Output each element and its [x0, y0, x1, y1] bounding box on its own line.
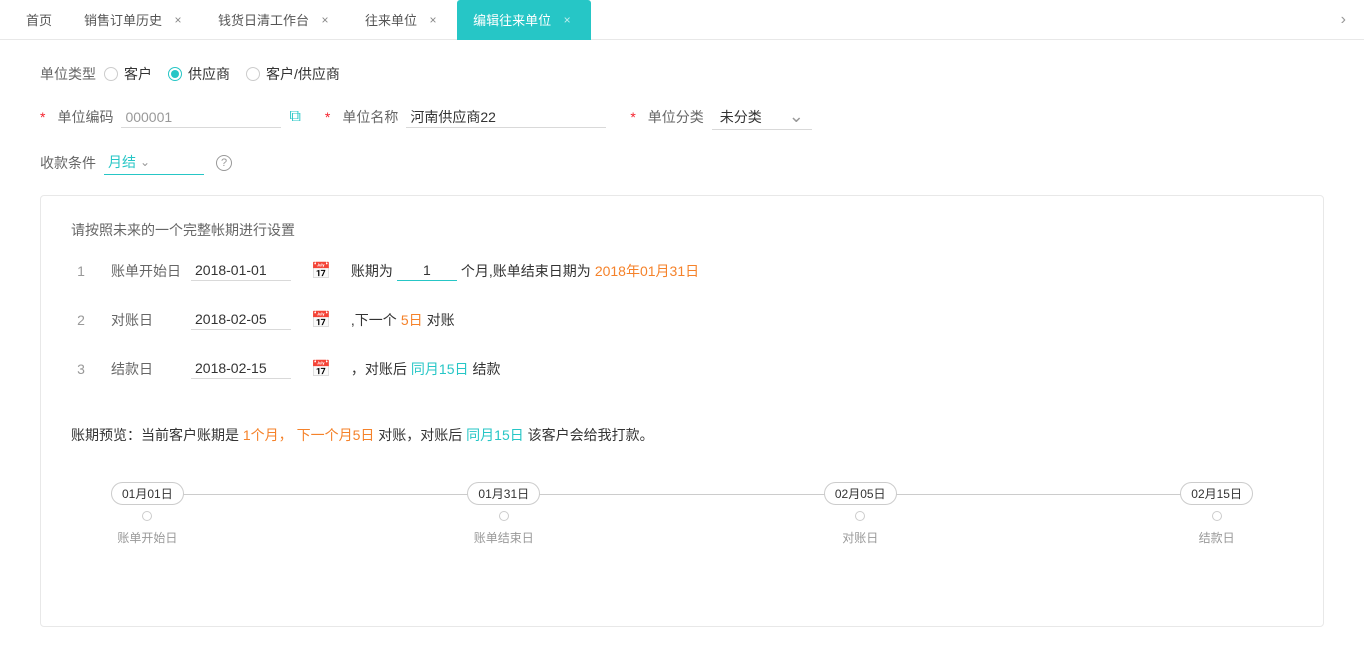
unit-type-radio-group: 客户 供应商 客户/供应商 — [104, 64, 340, 84]
timeline-dot-2 — [855, 511, 865, 521]
row-3-desc: ，对账后 同月15日 结款 — [351, 359, 501, 379]
timeline-points: 01月01日 账单开始日 01月31日 账单结束日 02月05日 对账日 — [111, 482, 1253, 546]
payment-date-input[interactable] — [191, 358, 291, 379]
timeline-badge-0: 01月01日 — [111, 482, 184, 505]
preview-period2: 下一个月5日 — [297, 427, 375, 443]
field-label-3: 结款日 — [111, 359, 171, 379]
close-tab-edit-partner[interactable]: × — [559, 12, 575, 28]
end-date-highlight: 2018年01月31日 — [595, 261, 699, 281]
timeline-point-0: 01月01日 账单开始日 — [111, 482, 184, 546]
payment-day-highlight: 同月15日 — [411, 359, 469, 379]
timeline-badge-2: 02月05日 — [824, 482, 897, 505]
settings-card: 请按照未来的一个完整帐期进行设置 1 账单开始日 📅 账期为 个月,账单结束日期… — [40, 195, 1324, 627]
payment-term-value: 月结 — [108, 152, 136, 172]
payment-term-group: 收款条件 月结 ⌄ ? — [40, 150, 232, 175]
timeline-dot-0 — [142, 511, 152, 521]
required-mark-name: * — [325, 109, 330, 125]
close-tab-cash-work[interactable]: × — [317, 12, 333, 28]
radio-customer-circle — [104, 67, 118, 81]
reconcile-date-calendar-icon[interactable]: 📅 — [311, 310, 331, 330]
unit-name-group: * 单位名称 — [325, 107, 606, 128]
payment-term-row: 收款条件 月结 ⌄ ? — [40, 150, 1324, 175]
tab-bar: 首页 销售订单历史 × 钱货日清工作台 × 往来单位 × 编辑往来单位 × › — [0, 0, 1364, 40]
close-tab-partner[interactable]: × — [425, 12, 441, 28]
payment-term-help-icon[interactable]: ? — [216, 155, 232, 171]
unit-code-label: 单位编码 — [57, 107, 113, 127]
setting-row-2: 2 对账日 📅 ,下一个 5日 对账 — [71, 309, 1293, 330]
tab-home[interactable]: 首页 — [10, 0, 68, 40]
radio-supplier-circle — [168, 67, 182, 81]
timeline-label-3: 结款日 — [1199, 529, 1235, 546]
timeline-dot-3 — [1212, 511, 1222, 521]
unit-name-input[interactable] — [406, 107, 606, 128]
unit-type-group: 单位类型 客户 供应商 客户/供应商 — [40, 64, 340, 84]
row-num-3: 3 — [71, 361, 91, 377]
payment-term-label: 收款条件 — [40, 153, 96, 173]
row-num-2: 2 — [71, 312, 91, 328]
timeline-point-1: 01月31日 账单结束日 — [467, 482, 540, 546]
setting-row-3: 3 结款日 📅 ，对账后 同月15日 结款 — [71, 358, 1293, 379]
unit-category-group: * 单位分类 未分类 ⌄ — [630, 104, 811, 130]
timeline-label-2: 对账日 — [842, 529, 878, 546]
reconcile-day-highlight: 5日 — [401, 310, 423, 330]
radio-both[interactable]: 客户/供应商 — [246, 64, 340, 84]
unit-info-row: * 单位编码 ⧉ * 单位名称 * 单位分类 未分类 ⌄ — [40, 104, 1324, 130]
row-2-desc: ,下一个 5日 对账 — [351, 310, 455, 330]
payment-term-select[interactable]: 月结 ⌄ — [104, 150, 204, 175]
timeline-dot-1 — [499, 511, 509, 521]
radio-both-circle — [246, 67, 260, 81]
radio-customer[interactable]: 客户 — [104, 64, 152, 84]
unit-name-label: 单位名称 — [342, 107, 398, 127]
timeline-container: 01月01日 账单开始日 01月31日 账单结束日 02月05日 对账日 — [71, 472, 1293, 586]
unit-type-label: 单位类型 — [40, 64, 96, 84]
period-input[interactable] — [397, 260, 457, 281]
row-num-1: 1 — [71, 263, 91, 279]
unit-category-value: 未分类 — [720, 107, 785, 127]
timeline-point-3: 02月15日 结款日 — [1180, 482, 1253, 546]
required-mark-code: * — [40, 109, 45, 125]
row-1-desc: 账期为 个月,账单结束日期为 2018年01月31日 — [351, 260, 699, 281]
preview-section: 账期预览：当前客户账期是 1个月， 下一个月5日 对账，对账后 同月15日 该客… — [71, 407, 1293, 602]
start-date-calendar-icon[interactable]: 📅 — [311, 261, 331, 281]
timeline-label-1: 账单结束日 — [474, 529, 534, 546]
category-dropdown-arrow: ⌄ — [789, 106, 804, 127]
tab-partner[interactable]: 往来单位 × — [349, 0, 457, 40]
unit-category-label: 单位分类 — [648, 107, 704, 127]
preview-text: 账期预览：当前客户账期是 1个月， 下一个月5日 对账，对账后 同月15日 该客… — [71, 423, 1293, 448]
timeline-badge-1: 01月31日 — [467, 482, 540, 505]
required-mark-category: * — [630, 109, 635, 125]
timeline-point-2: 02月05日 对账日 — [824, 482, 897, 546]
close-tab-sales-history[interactable]: × — [170, 12, 186, 28]
unit-code-input[interactable] — [121, 107, 281, 128]
start-date-input[interactable] — [191, 260, 291, 281]
copy-icon[interactable]: ⧉ — [289, 108, 300, 126]
reconcile-date-input[interactable] — [191, 309, 291, 330]
setting-row-1: 1 账单开始日 📅 账期为 个月,账单结束日期为 2018年01月31日 — [71, 260, 1293, 281]
field-label-1: 账单开始日 — [111, 261, 171, 281]
unit-code-group: * 单位编码 ⧉ — [40, 107, 301, 128]
unit-type-row: 单位类型 客户 供应商 客户/供应商 — [40, 64, 1324, 84]
timeline-label-0: 账单开始日 — [117, 529, 177, 546]
tab-edit-partner[interactable]: 编辑往来单位 × — [457, 0, 591, 40]
preview-period3: 同月15日 — [466, 427, 524, 443]
payment-term-arrow: ⌄ — [140, 155, 150, 169]
card-title: 请按照未来的一个完整帐期进行设置 — [71, 220, 1293, 240]
field-label-2: 对账日 — [111, 310, 171, 330]
radio-supplier[interactable]: 供应商 — [168, 64, 230, 84]
unit-category-dropdown[interactable]: 未分类 ⌄ — [712, 104, 812, 130]
timeline-badge-3: 02月15日 — [1180, 482, 1253, 505]
tab-cash-work[interactable]: 钱货日清工作台 × — [202, 0, 349, 40]
main-content: 单位类型 客户 供应商 客户/供应商 * 单位编码 — [0, 40, 1364, 667]
tab-sales-history[interactable]: 销售订单历史 × — [68, 0, 202, 40]
tab-more-arrow[interactable]: › — [1333, 11, 1354, 29]
payment-date-calendar-icon[interactable]: 📅 — [311, 359, 331, 379]
preview-period1: 1个月， — [243, 427, 293, 443]
